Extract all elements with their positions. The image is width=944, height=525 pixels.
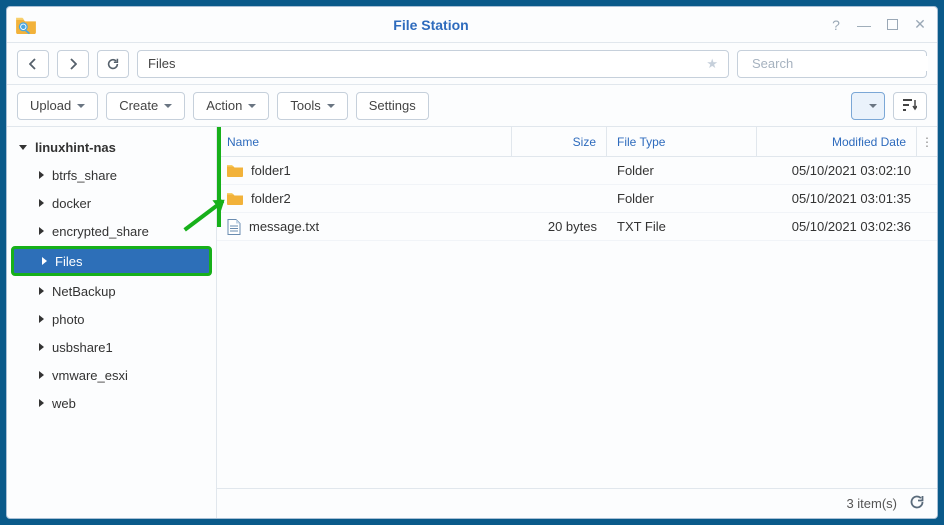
main-panel: Name Size File Type Modified Date ⋮ fold… [217,127,937,518]
tree-item-label: docker [52,196,91,211]
file-size: 20 bytes [512,213,607,240]
body: linuxhint-nas btrfs_share docker encrypt… [7,127,937,518]
toolbar: Upload Create Action Tools Settings [7,85,937,127]
sort-button[interactable] [893,92,927,120]
window-title: File Station [45,17,817,33]
favorite-icon[interactable]: ★ [706,56,718,72]
upload-button[interactable]: Upload [17,92,98,120]
chevron-right-icon [42,257,47,265]
maximize-button[interactable] [883,16,901,34]
tools-button[interactable]: Tools [277,92,347,120]
file-name: folder2 [251,191,291,206]
file-row[interactable]: folder2 Folder 05/10/2021 03:01:35 [217,185,937,213]
nav-back-button[interactable] [17,50,49,78]
file-list: Name Size File Type Modified Date ⋮ fold… [217,127,937,518]
file-size [512,157,607,184]
close-button[interactable]: ✕ [911,16,929,34]
path-text: Files [148,56,706,71]
refresh-button[interactable] [909,494,925,513]
settings-button[interactable]: Settings [356,92,429,120]
nav-refresh-button[interactable] [97,50,129,78]
file-type: TXT File [607,213,757,240]
chevron-down-icon [77,104,85,108]
tree-item-label: usbshare1 [52,340,113,355]
app-icon [15,16,37,34]
chevron-right-icon [39,343,44,351]
col-size[interactable]: Size [512,127,607,156]
file-name: folder1 [251,163,291,178]
file-station-window: File Station ? — ✕ Files ★ Upload Create… [6,6,938,519]
tree-item-vmware-esxi[interactable]: vmware_esxi [7,361,216,389]
col-date[interactable]: Modified Date [757,127,917,156]
file-size [512,185,607,212]
file-row[interactable]: folder1 Folder 05/10/2021 03:02:10 [217,157,937,185]
search-bar[interactable] [737,50,927,78]
file-row[interactable]: message.txt 20 bytes TXT File 05/10/2021… [217,213,937,241]
tree-item-label: NetBackup [52,284,116,299]
tree-item-label: btrfs_share [52,168,117,183]
tree-root-label: linuxhint-nas [35,140,116,155]
view-list-button[interactable] [851,92,885,120]
tree-item-netbackup[interactable]: NetBackup [7,277,216,305]
statusbar: 3 item(s) [217,488,937,518]
sidebar: linuxhint-nas btrfs_share docker encrypt… [7,127,217,518]
action-button[interactable]: Action [193,92,269,120]
annotation-marker [217,127,221,227]
tree-item-files[interactable]: Files [11,246,212,276]
minimize-button[interactable]: — [855,16,873,34]
chevron-down-icon [164,104,172,108]
folder-icon [227,164,243,177]
chevron-right-icon [39,227,44,235]
navbar: Files ★ [7,43,937,85]
file-date: 05/10/2021 03:02:36 [757,213,937,240]
list-header: Name Size File Type Modified Date ⋮ [217,127,937,157]
list-rows: folder1 Folder 05/10/2021 03:02:10 folde… [217,157,937,518]
chevron-down-icon [248,104,256,108]
tree-item-label: vmware_esxi [52,368,128,383]
tree-item-label: photo [52,312,85,327]
folder-icon [227,192,243,205]
chevron-right-icon [39,315,44,323]
tree-item-label: web [52,396,76,411]
tree-root[interactable]: linuxhint-nas [7,133,216,161]
chevron-down-icon [327,104,335,108]
text-file-icon [227,219,241,235]
chevron-down-icon [19,145,27,150]
chevron-down-icon [869,104,877,108]
col-type[interactable]: File Type [607,127,757,156]
tree-item-usbshare1[interactable]: usbshare1 [7,333,216,361]
chevron-right-icon [39,171,44,179]
search-input[interactable] [752,56,928,71]
nav-forward-button[interactable] [57,50,89,78]
file-type: Folder [607,157,757,184]
tree-item-photo[interactable]: photo [7,305,216,333]
col-more[interactable]: ⋮ [917,127,937,156]
tree-item-docker[interactable]: docker [7,189,216,217]
chevron-right-icon [39,287,44,295]
path-bar[interactable]: Files ★ [137,50,729,78]
tree-item-label: Files [55,254,82,269]
col-name[interactable]: Name [217,127,512,156]
file-type: Folder [607,185,757,212]
titlebar: File Station ? — ✕ [7,7,937,43]
chevron-right-icon [39,371,44,379]
file-date: 05/10/2021 03:02:10 [757,157,937,184]
help-button[interactable]: ? [827,16,845,34]
file-date: 05/10/2021 03:01:35 [757,185,937,212]
create-button[interactable]: Create [106,92,185,120]
file-name: message.txt [249,219,319,234]
tree-item-label: encrypted_share [52,224,149,239]
tree-item-btrfs-share[interactable]: btrfs_share [7,161,216,189]
chevron-right-icon [39,399,44,407]
chevron-right-icon [39,199,44,207]
item-count: 3 item(s) [846,496,897,511]
tree-item-web[interactable]: web [7,389,216,417]
